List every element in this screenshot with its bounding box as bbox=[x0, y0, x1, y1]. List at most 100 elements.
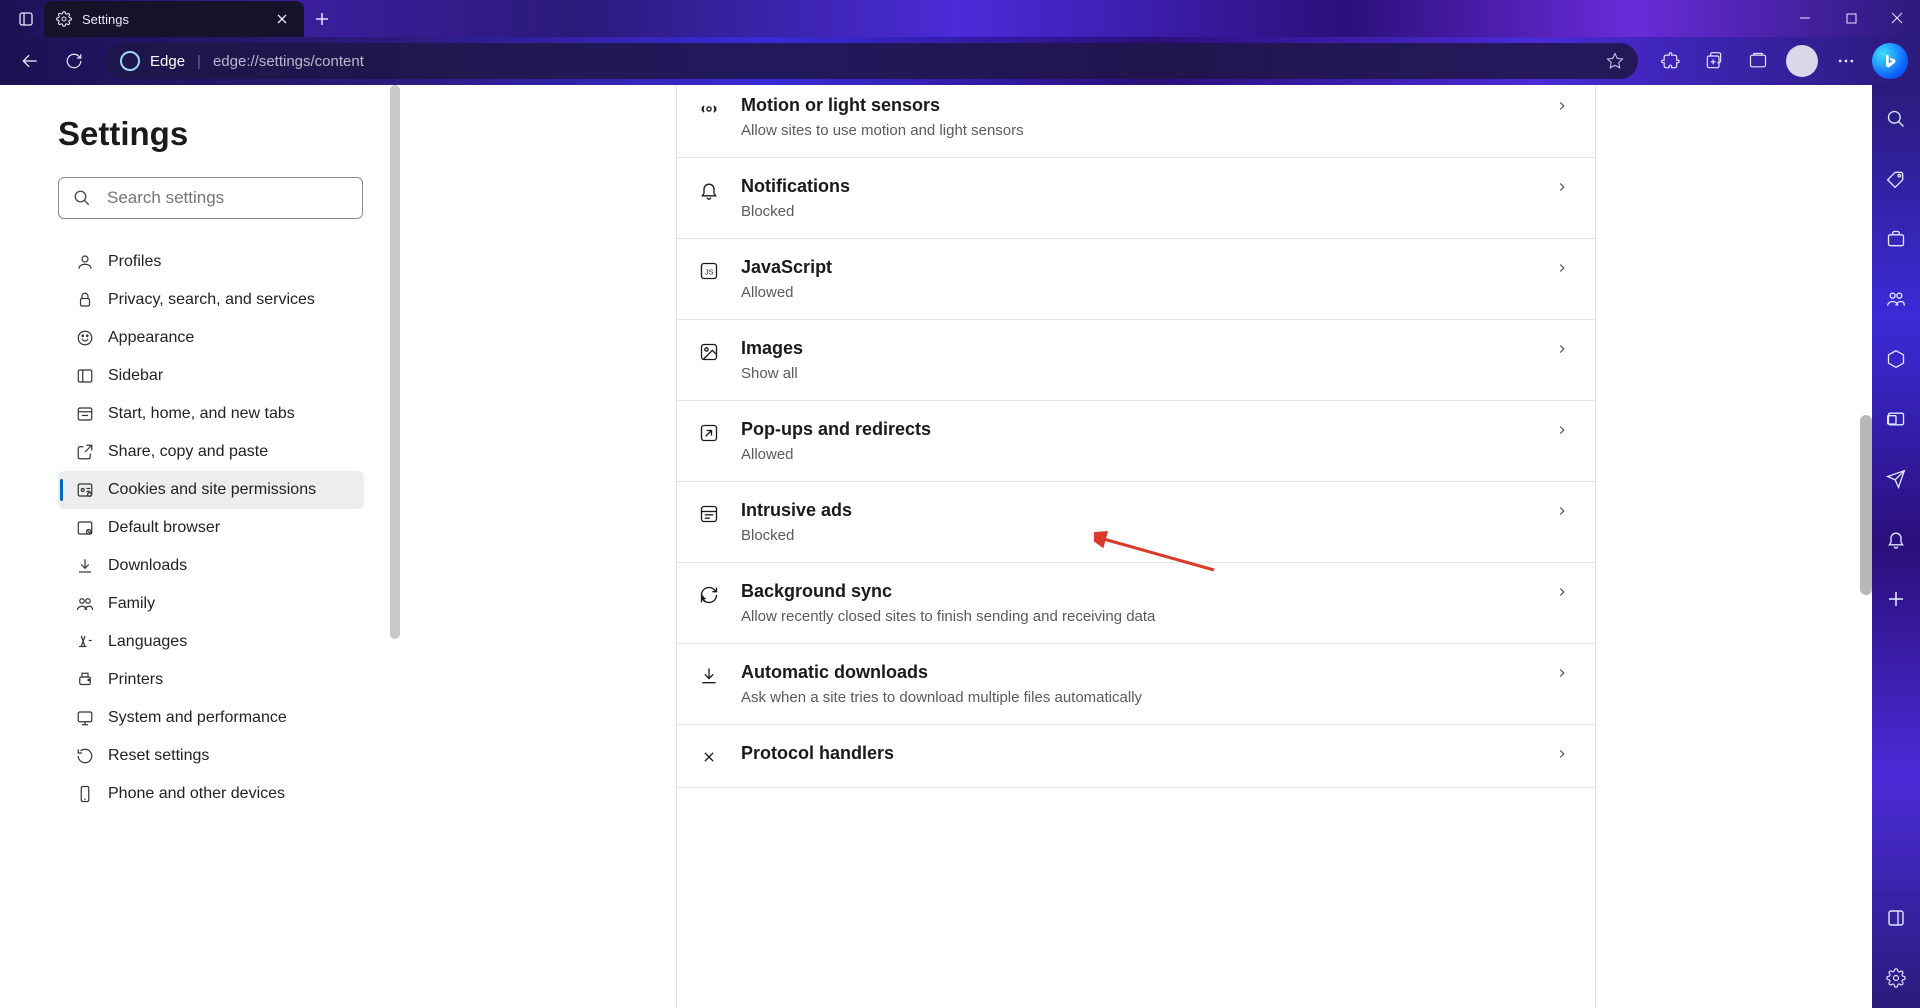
row-icon bbox=[699, 180, 721, 202]
chevron-right-icon bbox=[1555, 666, 1569, 680]
nav-item-privacy-search-and-services[interactable]: Privacy, search, and services bbox=[58, 281, 364, 319]
window-minimize-button[interactable] bbox=[1782, 0, 1828, 36]
chevron-right-icon bbox=[1555, 261, 1569, 275]
chevron-right-icon bbox=[1555, 423, 1569, 437]
settings-search[interactable] bbox=[58, 177, 363, 219]
bing-icon bbox=[1872, 43, 1908, 79]
tag-icon bbox=[1886, 169, 1906, 189]
chevron-right-icon bbox=[1555, 585, 1569, 599]
address-site-label: Edge bbox=[150, 53, 185, 70]
nav-item-share-copy-and-paste[interactable]: Share, copy and paste bbox=[58, 433, 364, 471]
nav-item-label: Start, home, and new tabs bbox=[108, 405, 295, 423]
content-scrollbar[interactable] bbox=[1860, 415, 1872, 595]
refresh-button[interactable] bbox=[54, 41, 94, 81]
row-title: Intrusive ads bbox=[741, 500, 1555, 521]
nav-item-default-browser[interactable]: Default browser bbox=[58, 509, 364, 547]
nav-item-downloads[interactable]: Downloads bbox=[58, 547, 364, 585]
permission-row-background-sync[interactable]: Background syncAllow recently closed sit… bbox=[677, 563, 1595, 644]
address-bar[interactable]: Edge | edge://settings/content bbox=[106, 43, 1638, 79]
nav-item-phone-and-other-devices[interactable]: Phone and other devices bbox=[58, 775, 364, 813]
nav-item-label: Printers bbox=[108, 671, 163, 689]
row-title: Pop-ups and redirects bbox=[741, 419, 1555, 440]
nav-item-system-and-performance[interactable]: System and performance bbox=[58, 699, 364, 737]
screenshot-button[interactable] bbox=[1738, 41, 1778, 81]
collections-button[interactable] bbox=[1694, 41, 1734, 81]
sidebar-panel-button[interactable] bbox=[1880, 902, 1912, 934]
panel-icon bbox=[1887, 909, 1905, 927]
nav-item-cookies-and-site-permissions[interactable]: Cookies and site permissions bbox=[58, 471, 364, 509]
nav-item-label: Default browser bbox=[108, 519, 220, 537]
row-icon bbox=[699, 99, 721, 121]
nav-item-sidebar[interactable]: Sidebar bbox=[58, 357, 364, 395]
nav-item-reset-settings[interactable]: Reset settings bbox=[58, 737, 364, 775]
extensions-button[interactable] bbox=[1650, 41, 1690, 81]
sidebar-send-button[interactable] bbox=[1880, 463, 1912, 495]
avatar-icon bbox=[1786, 45, 1818, 77]
row-title: Notifications bbox=[741, 176, 1555, 197]
permission-row-javascript[interactable]: JSJavaScriptAllowed bbox=[677, 239, 1595, 320]
chevron-right-icon bbox=[1555, 342, 1569, 356]
window-maximize-button[interactable] bbox=[1828, 0, 1874, 36]
row-subtitle: Allowed bbox=[741, 284, 1555, 301]
nav-item-label: Share, copy and paste bbox=[108, 443, 268, 461]
permission-row-intrusive-ads[interactable]: Intrusive ads Blocked bbox=[677, 482, 1595, 563]
puzzle-icon bbox=[1660, 51, 1680, 71]
settings-content: Motion or light sensors Allow sites to us… bbox=[400, 85, 1872, 1008]
nav-item-profiles[interactable]: Profiles bbox=[58, 243, 364, 281]
sidebar-search-button[interactable] bbox=[1880, 103, 1912, 135]
tab-close-button[interactable] bbox=[270, 7, 294, 31]
nav-item-languages[interactable]: Languages bbox=[58, 623, 364, 661]
nav-item-label: Reset settings bbox=[108, 747, 209, 765]
permission-row-automatic-downloads[interactable]: Automatic downloadsAsk when a site tries… bbox=[677, 644, 1595, 725]
nav-item-printers[interactable]: Printers bbox=[58, 661, 364, 699]
collections-icon bbox=[1704, 51, 1724, 71]
chevron-right-icon bbox=[1555, 747, 1569, 761]
sidebar-shopping-button[interactable] bbox=[1880, 163, 1912, 195]
svg-text:JS: JS bbox=[705, 267, 714, 276]
row-subtitle: Blocked bbox=[741, 527, 1555, 544]
row-subtitle: Allow sites to use motion and light sens… bbox=[741, 122, 1555, 139]
sidebar-tools-button[interactable] bbox=[1880, 223, 1912, 255]
permission-row-notifications[interactable]: Notifications Blocked bbox=[677, 158, 1595, 239]
row-title: Motion or light sensors bbox=[741, 95, 1555, 116]
sidebar-outlook-button[interactable] bbox=[1880, 403, 1912, 435]
row-title: Background sync bbox=[741, 581, 1555, 602]
sidebar-people-button[interactable] bbox=[1880, 283, 1912, 315]
permission-row-motion-or-light-sensors[interactable]: Motion or light sensors Allow sites to us… bbox=[677, 85, 1595, 158]
app-menu-button[interactable] bbox=[1826, 41, 1866, 81]
briefcase-icon bbox=[1886, 229, 1906, 249]
permission-row-pop-ups-and-redirects[interactable]: Pop-ups and redirectsAllowed bbox=[677, 401, 1595, 482]
sidebar-add-button[interactable] bbox=[1880, 583, 1912, 615]
tab-actions-button[interactable] bbox=[8, 1, 44, 37]
new-tab-button[interactable] bbox=[304, 1, 340, 37]
back-button[interactable] bbox=[10, 41, 50, 81]
row-subtitle: Blocked bbox=[741, 203, 1555, 220]
window-close-button[interactable] bbox=[1874, 0, 1920, 36]
nav-item-label: Downloads bbox=[108, 557, 187, 575]
nav-item-appearance[interactable]: Appearance bbox=[58, 319, 364, 357]
bing-chat-button[interactable] bbox=[1870, 41, 1910, 81]
more-icon bbox=[1836, 51, 1856, 71]
profile-button[interactable] bbox=[1782, 41, 1822, 81]
sidebar-settings-button[interactable] bbox=[1880, 962, 1912, 994]
permission-row-protocol-handlers[interactable]: Protocol handlers bbox=[677, 725, 1595, 788]
nav-item-label: Languages bbox=[108, 633, 187, 651]
row-icon bbox=[699, 666, 721, 688]
permission-row-images[interactable]: ImagesShow all bbox=[677, 320, 1595, 401]
nav-item-label: System and performance bbox=[108, 709, 287, 727]
search-icon bbox=[1886, 109, 1906, 129]
send-icon bbox=[1886, 469, 1906, 489]
browser-tab[interactable]: Settings bbox=[44, 1, 304, 37]
nav-item-family[interactable]: Family bbox=[58, 585, 364, 623]
nav-item-start-home-and-new-tabs[interactable]: Start, home, and new tabs bbox=[58, 395, 364, 433]
sidebar-scrollbar[interactable] bbox=[390, 85, 400, 639]
sidebar-bell-button[interactable] bbox=[1880, 523, 1912, 555]
favorite-button[interactable] bbox=[1606, 52, 1624, 70]
row-icon: JS bbox=[699, 261, 721, 283]
chevron-right-icon bbox=[1555, 504, 1569, 518]
settings-search-input[interactable] bbox=[107, 188, 348, 208]
search-icon bbox=[73, 189, 91, 207]
sidebar-hex-button[interactable] bbox=[1880, 343, 1912, 375]
row-title: Protocol handlers bbox=[741, 743, 1555, 764]
tab-title: Settings bbox=[82, 12, 270, 27]
